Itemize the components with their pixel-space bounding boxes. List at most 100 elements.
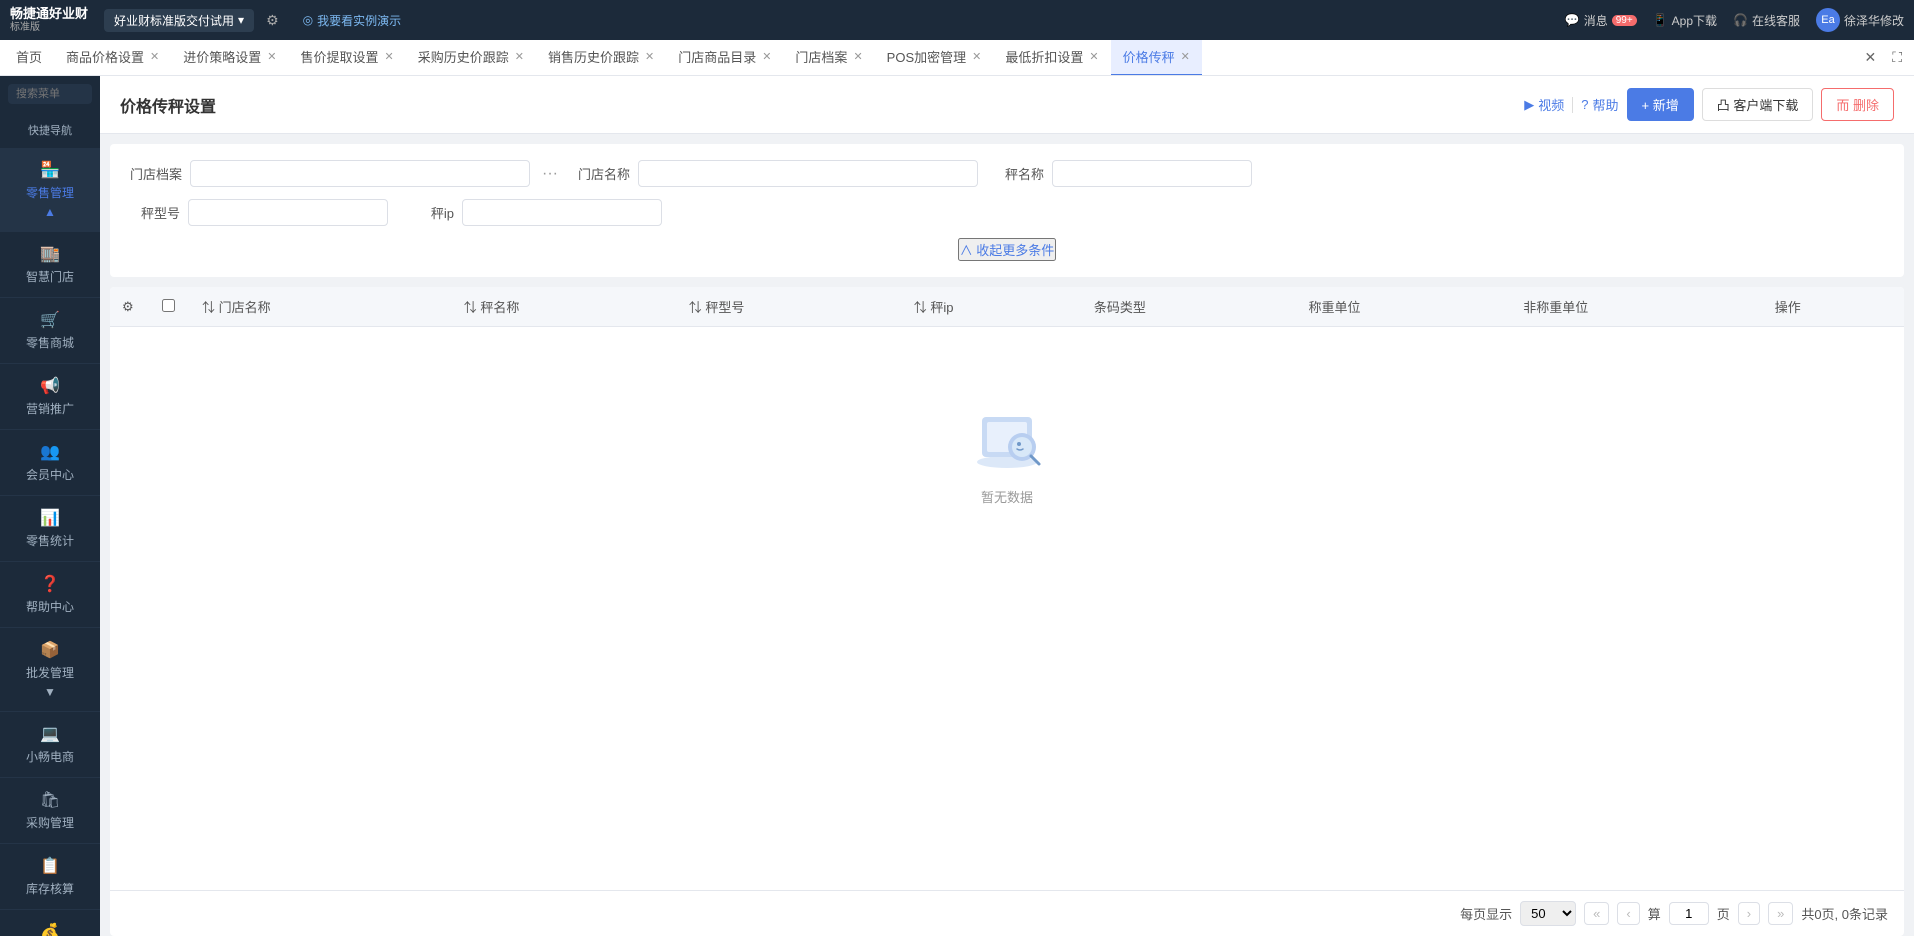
sort-store-name-icon[interactable]: ⇅ (202, 300, 215, 315)
content-area: 价格传秤设置 ▶ 视频 ? 帮助 + 新增 凸 客户端下载 (100, 76, 1914, 936)
scale-model-input[interactable] (188, 199, 388, 226)
page-header: 价格传秤设置 ▶ 视频 ? 帮助 + 新增 凸 客户端下载 (100, 76, 1914, 134)
download-button[interactable]: 凸 客户端下载 (1702, 88, 1814, 121)
sidebar-item-wholesale[interactable]: 📦 批发管理 ▼ (0, 628, 100, 712)
tab-sales-history[interactable]: 销售历史价跟踪 ✕ (536, 40, 666, 76)
tab-home[interactable]: 首页 (4, 40, 54, 76)
add-button[interactable]: + 新增 (1627, 88, 1694, 121)
help-icon: ❓ (40, 574, 60, 594)
tab-min-discount[interactable]: 最低折扣设置 ✕ (993, 40, 1110, 76)
top-bar-left: 畅捷通好业财 标准版 好业财标准版交付试用 ▾ ⚙ ◎ 我要看实例演示 (10, 6, 401, 34)
tab-purchase-history[interactable]: 采购历史价跟踪 ✕ (406, 40, 536, 76)
tab-close-min-discount[interactable]: ✕ (1089, 50, 1098, 63)
scale-name-field: 秤名称 (994, 160, 1252, 187)
tab-close-price-scale[interactable]: ✕ (1181, 50, 1190, 63)
version-settings-button[interactable]: ⚙ (262, 8, 283, 33)
sidebar-item-retail[interactable]: 🏪 零售管理 ▲ (0, 148, 100, 232)
scale-name-input[interactable] (1052, 160, 1252, 187)
sort-scale-model-icon[interactable]: ⇅ (689, 300, 702, 315)
purchase-icon: 🛍 (40, 790, 60, 810)
current-page-input[interactable] (1669, 902, 1709, 925)
tab-close-store-catalog[interactable]: ✕ (762, 50, 771, 63)
online-service-button[interactable]: 🎧 在线客服 (1733, 12, 1800, 29)
sort-scale-ip-icon[interactable]: ⇅ (914, 300, 927, 315)
sidebar-item-wisdom-store[interactable]: 🏬 智慧门店 (0, 232, 100, 298)
version-selector[interactable]: 好业财标准版交付试用 ▾ (104, 9, 254, 32)
sidebar-item-purchase[interactable]: 🛍 采购管理 (0, 778, 100, 844)
message-button[interactable]: 💬 消息 99+ (1565, 12, 1637, 29)
store-file-input[interactable] (190, 160, 530, 187)
user-avatar-area[interactable]: Ea 徐泽华修改 (1816, 8, 1904, 32)
page-of-label: 算 (1648, 904, 1661, 923)
version-dropdown-icon: ▾ (238, 13, 244, 27)
sidebar-item-inventory[interactable]: 📋 库存核算 (0, 844, 100, 910)
sidebar-item-member[interactable]: 👥 会员中心 (0, 430, 100, 496)
tab-product-pricing[interactable]: 商品价格设置 ✕ (54, 40, 171, 76)
sidebar-item-marketing[interactable]: 📢 营销推广 (0, 364, 100, 430)
store-file-field: 门店档案 ··· (130, 160, 562, 187)
filter-area: 门店档案 ··· 门店名称 秤名称 秤型号 (110, 144, 1904, 277)
th-weight-unit: 称重单位 (1297, 287, 1512, 327)
tab-close-product-pricing[interactable]: ✕ (150, 50, 159, 63)
app-download-button[interactable]: 📱 App下载 (1653, 12, 1717, 29)
store-file-ellipsis-button[interactable]: ··· (538, 165, 562, 183)
first-page-button[interactable]: « (1584, 902, 1609, 925)
sidebar: 快捷导航 🏪 零售管理 ▲ 🏬 智慧门店 🛒 零售商城 📢 营销推广 👥 (0, 76, 100, 936)
help-circle-icon: ? (1581, 97, 1588, 112)
tab-store-catalog[interactable]: 门店商品目录 ✕ (666, 40, 783, 76)
wisdom-store-icon: 🏬 (40, 244, 60, 264)
prev-page-button[interactable]: ‹ (1617, 902, 1639, 925)
next-page-button[interactable]: › (1738, 902, 1760, 925)
app-download-icon: 📱 (1653, 13, 1668, 27)
tab-price-scale[interactable]: 价格传秤 ✕ (1111, 40, 1202, 76)
th-checkbox[interactable] (150, 287, 190, 327)
last-page-button[interactable]: » (1768, 902, 1793, 925)
page-unit-label: 页 (1717, 904, 1730, 923)
sidebar-quick-nav[interactable]: 快捷导航 (0, 112, 100, 148)
collapse-filter-button[interactable]: ∧ 收起更多条件 (958, 238, 1057, 261)
tab-fullscreen-button[interactable]: ⛶ (1884, 45, 1910, 70)
tab-bar-actions: ✕ ⛶ (1856, 45, 1910, 70)
page-actions: ▶ 视频 ? 帮助 + 新增 凸 客户端下载 而 删除 (1524, 88, 1894, 121)
sidebar-item-retail-stats[interactable]: 📊 零售统计 (0, 496, 100, 562)
select-all-checkbox[interactable] (162, 299, 175, 312)
tab-close-sale-price[interactable]: ✕ (385, 50, 394, 63)
scale-ip-input[interactable] (462, 199, 662, 226)
tab-close-purchase-history[interactable]: ✕ (515, 50, 524, 63)
tab-pos-manage[interactable]: POS加密管理 ✕ (875, 40, 994, 76)
top-bar-right: 💬 消息 99+ 📱 App下载 🎧 在线客服 Ea 徐泽华修改 (1565, 8, 1904, 32)
demo-circle-icon: ◎ (303, 13, 313, 27)
th-gear[interactable]: ⚙ (110, 287, 150, 327)
help-link[interactable]: ? 帮助 (1581, 95, 1618, 114)
tab-close-pos-manage[interactable]: ✕ (972, 50, 981, 63)
tab-close-sales-history[interactable]: ✕ (645, 50, 654, 63)
delete-button[interactable]: 而 删除 (1821, 88, 1894, 121)
sort-scale-name-icon[interactable]: ⇅ (464, 300, 477, 315)
empty-state: 暂无数据 (110, 327, 1904, 566)
member-icon: 👥 (40, 442, 60, 462)
sidebar-item-retail-mall[interactable]: 🛒 零售商城 (0, 298, 100, 364)
store-name-input[interactable] (638, 160, 978, 187)
page-total: 共0页, 0条记录 (1801, 904, 1888, 923)
video-link[interactable]: ▶ 视频 (1524, 95, 1564, 114)
tab-close-all-button[interactable]: ✕ (1856, 45, 1884, 70)
tab-close-purchase-strategy[interactable]: ✕ (267, 50, 276, 63)
tab-sale-price[interactable]: 售价提取设置 ✕ (288, 40, 405, 76)
tab-store-files[interactable]: 门店档案 ✕ (783, 40, 874, 76)
sidebar-item-ecommerce[interactable]: 💻 小畅电商 (0, 712, 100, 778)
scale-ip-field: 秤ip (404, 199, 662, 226)
tab-close-store-files[interactable]: ✕ (853, 50, 862, 63)
store-file-label: 门店档案 (130, 164, 182, 183)
page-size-select[interactable]: 50 10 20 100 (1520, 901, 1576, 926)
page-title: 价格传秤设置 (120, 93, 216, 117)
th-scale-ip: ⇅ 秤ip (902, 287, 1082, 327)
sidebar-search-input[interactable] (8, 84, 92, 104)
sidebar-item-finance[interactable]: 💰 资金管理 (0, 910, 100, 936)
retail-mall-icon: 🛒 (40, 310, 60, 330)
retail-expand-icon: ▲ (44, 205, 56, 219)
sidebar-item-help[interactable]: ❓ 帮助中心 (0, 562, 100, 628)
tab-purchase-strategy[interactable]: 进价策略设置 ✕ (171, 40, 288, 76)
demo-link[interactable]: ◎ 我要看实例演示 (303, 12, 402, 29)
wholesale-expand-icon: ▼ (44, 685, 56, 699)
wholesale-icon: 📦 (40, 640, 60, 660)
